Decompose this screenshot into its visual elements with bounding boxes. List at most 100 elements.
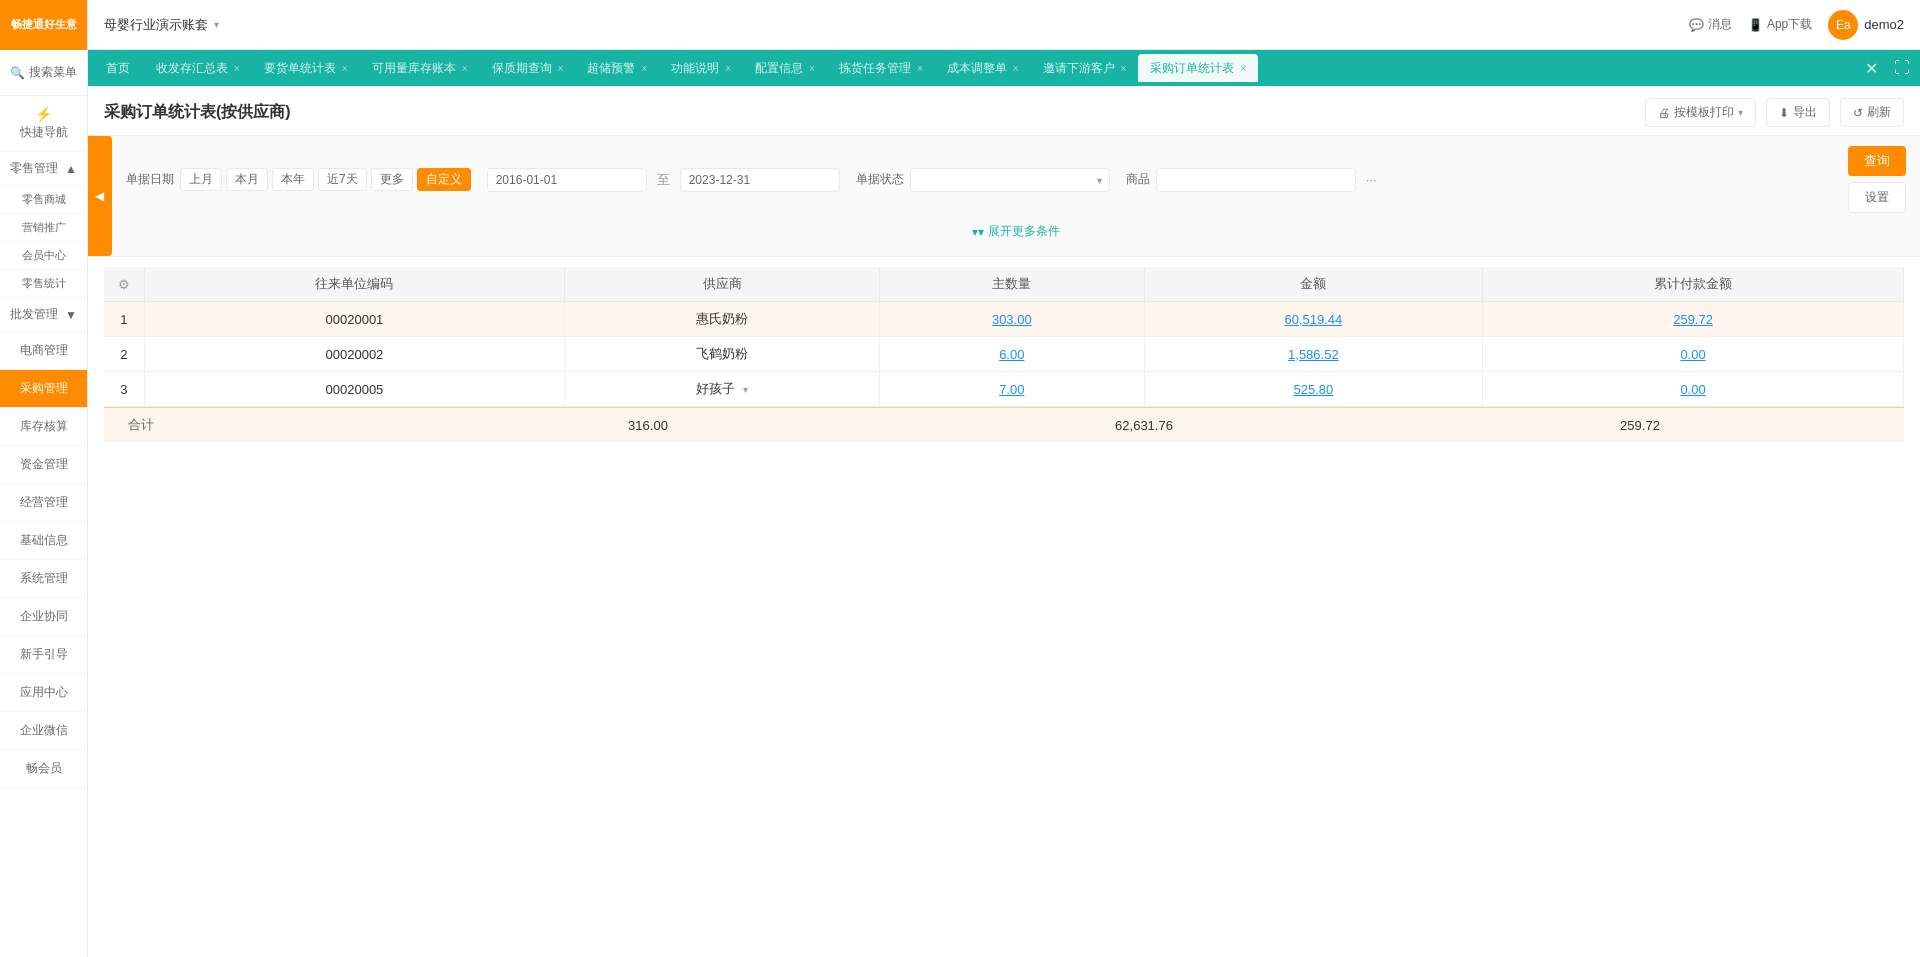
expand-more-button[interactable]: ▾▾ 展开更多条件 [966, 217, 1066, 246]
sidebar-item-basic-info[interactable]: 基础信息 [0, 522, 87, 560]
tab-close-icon[interactable]: × [1013, 63, 1019, 74]
tab-invite-downstream[interactable]: 邀请下游客户 × [1031, 54, 1139, 82]
th-code-label: 往来单位编码 [315, 276, 393, 291]
sidebar-item-guide[interactable]: 新手引导 [0, 636, 87, 674]
sidebar-item-member2[interactable]: 畅会员 [0, 750, 87, 788]
row-qty: 6.00 [879, 337, 1144, 372]
sidebar-item-operations[interactable]: 经营管理 [0, 484, 87, 522]
tab-close-icon[interactable]: × [917, 63, 923, 74]
sidebar-item-inventory[interactable]: 库存核算 [0, 408, 87, 446]
tab-close-icon[interactable]: × [1121, 63, 1127, 74]
retail-mall-label: 零售商城 [22, 192, 66, 207]
export-icon: ⬇ [1779, 106, 1789, 120]
tab-config-info[interactable]: 配置信息 × [743, 54, 827, 82]
tab-function-desc[interactable]: 功能说明 × [659, 54, 743, 82]
user-profile[interactable]: Ea demo2 [1828, 10, 1904, 40]
tab-close-icon[interactable]: × [1240, 63, 1246, 74]
sidebar-item-member[interactable]: 会员中心 [0, 242, 87, 270]
status-filter: 单据状态 [856, 168, 1110, 192]
date-btn-last-month[interactable]: 上月 [180, 168, 222, 191]
sidebar-item-purchase[interactable]: 采购管理 [0, 370, 87, 408]
tab-purchase-summary[interactable]: 采购订单统计表 × [1138, 54, 1258, 82]
refresh-label: 刷新 [1867, 104, 1891, 121]
tab-overstock-warning[interactable]: 超储预警 × [575, 54, 659, 82]
date-btn-this-year[interactable]: 本年 [272, 168, 314, 191]
tab-order-summary-label: 要货单统计表 [264, 60, 336, 77]
sidebar-item-finance[interactable]: 资金管理 [0, 446, 87, 484]
system-label: 系统管理 [20, 570, 68, 587]
tab-close-icon[interactable]: × [234, 63, 240, 74]
tab-cost-adjust[interactable]: 成本调整单 × [935, 54, 1031, 82]
page-header: 采购订单统计表(按供应商) 🖨 按模板打印 ▾ ⬇ 导出 ↺ 刷新 [88, 86, 1920, 136]
query-button[interactable]: 查询 [1848, 146, 1906, 176]
date-to-input[interactable] [680, 168, 840, 192]
sidebar-item-retail-stat[interactable]: 零售统计 [0, 270, 87, 298]
logo-text: 畅捷通好生意 [11, 18, 77, 31]
goods-more-icon[interactable]: ··· [1366, 172, 1377, 187]
row-amount-link[interactable]: 525.80 [1293, 382, 1333, 397]
tab-order-summary[interactable]: 要货单统计表 × [252, 54, 360, 82]
row-paid-link[interactable]: 0.00 [1680, 382, 1705, 397]
date-btn-more[interactable]: 更多 [371, 168, 413, 191]
sidebar-item-ecommerce[interactable]: 电商管理 [0, 332, 87, 370]
sidebar-item-enterprise[interactable]: 企业协同 [0, 598, 87, 636]
print-button[interactable]: 🖨 按模板打印 ▾ [1645, 98, 1756, 127]
date-custom-badge[interactable]: 自定义 [417, 168, 471, 191]
tab-home[interactable]: 首页 [92, 54, 144, 82]
export-button[interactable]: ⬇ 导出 [1766, 98, 1830, 127]
date-btn-this-month[interactable]: 本月 [226, 168, 268, 191]
tab-close-icon[interactable]: × [809, 63, 815, 74]
date-from-input[interactable] [487, 168, 647, 192]
sidebar-search[interactable]: 🔍 搜索菜单 [0, 50, 87, 96]
column-settings-icon[interactable]: ⚙ [118, 277, 130, 292]
th-settings[interactable]: ⚙ [104, 267, 144, 302]
sidebar-item-quick-nav[interactable]: ⚡ 快捷导航 [0, 96, 87, 152]
tab-available-stock[interactable]: 可用量库存账本 × [360, 54, 480, 82]
supplier-dropdown-icon[interactable]: ▾ [743, 384, 748, 395]
filter-toggle-button[interactable]: ◀ [88, 136, 112, 256]
tabbar: 首页 收发存汇总表 × 要货单统计表 × 可用量库存账本 × 保质期查询 × 超… [88, 50, 1920, 86]
goods-input[interactable] [1156, 168, 1356, 192]
member2-label: 畅会员 [26, 760, 62, 777]
tab-expand-button[interactable]: ⛶ [1888, 57, 1916, 79]
message-action[interactable]: 💬 消息 [1689, 16, 1732, 33]
tab-close-all-button[interactable]: ✕ [1859, 57, 1884, 80]
row-qty-link[interactable]: 6.00 [999, 347, 1024, 362]
date-range-filter: 至 [487, 168, 840, 192]
th-qty: 主数量 [879, 267, 1144, 302]
tab-close-icon[interactable]: × [641, 63, 647, 74]
tab-home-label: 首页 [106, 60, 130, 77]
row-paid-link[interactable]: 0.00 [1680, 347, 1705, 362]
tab-receive-send[interactable]: 收发存汇总表 × [144, 54, 252, 82]
app-download-action[interactable]: 📱 App下载 [1748, 16, 1812, 33]
search-menu-button[interactable]: 🔍 搜索菜单 [6, 60, 81, 85]
settings-button[interactable]: 设置 [1848, 182, 1906, 213]
row-paid-link[interactable]: 259.72 [1673, 312, 1713, 327]
tab-expiry-query[interactable]: 保质期查询 × [480, 54, 576, 82]
operations-label: 经营管理 [20, 494, 68, 511]
tab-close-icon[interactable]: × [462, 63, 468, 74]
row-qty-link[interactable]: 303.00 [992, 312, 1032, 327]
row-amount-link[interactable]: 60,519.44 [1284, 312, 1342, 327]
row-qty-link[interactable]: 7.00 [999, 382, 1024, 397]
avatar: Ea [1828, 10, 1858, 40]
tab-cost-adjust-label: 成本调整单 [947, 60, 1007, 77]
tab-pick-task[interactable]: 拣货任务管理 × [827, 54, 935, 82]
workspace-selector[interactable]: 母婴行业演示账套 ▾ [104, 16, 219, 34]
refresh-button[interactable]: ↺ 刷新 [1840, 98, 1904, 127]
wechat-label: 企业微信 [20, 722, 68, 739]
sidebar-item-app-center[interactable]: 应用中心 [0, 674, 87, 712]
tab-close-icon[interactable]: × [342, 63, 348, 74]
sidebar-item-system[interactable]: 系统管理 [0, 560, 87, 598]
tab-close-icon[interactable]: × [725, 63, 731, 74]
date-btn-7days[interactable]: 近7天 [318, 168, 367, 191]
sidebar-item-wholesale[interactable]: 批发管理 ▼ [0, 298, 87, 332]
sidebar-item-marketing[interactable]: 营销推广 [0, 214, 87, 242]
row-amount-link[interactable]: 1,586.52 [1288, 347, 1339, 362]
sidebar-item-wechat[interactable]: 企业微信 [0, 712, 87, 750]
tab-available-stock-label: 可用量库存账本 [372, 60, 456, 77]
sidebar-item-retail-mall[interactable]: 零售商城 [0, 186, 87, 214]
status-select[interactable] [910, 168, 1110, 192]
tab-close-icon[interactable]: × [558, 63, 564, 74]
sidebar-item-retail[interactable]: 零售管理 ▲ [0, 152, 87, 186]
